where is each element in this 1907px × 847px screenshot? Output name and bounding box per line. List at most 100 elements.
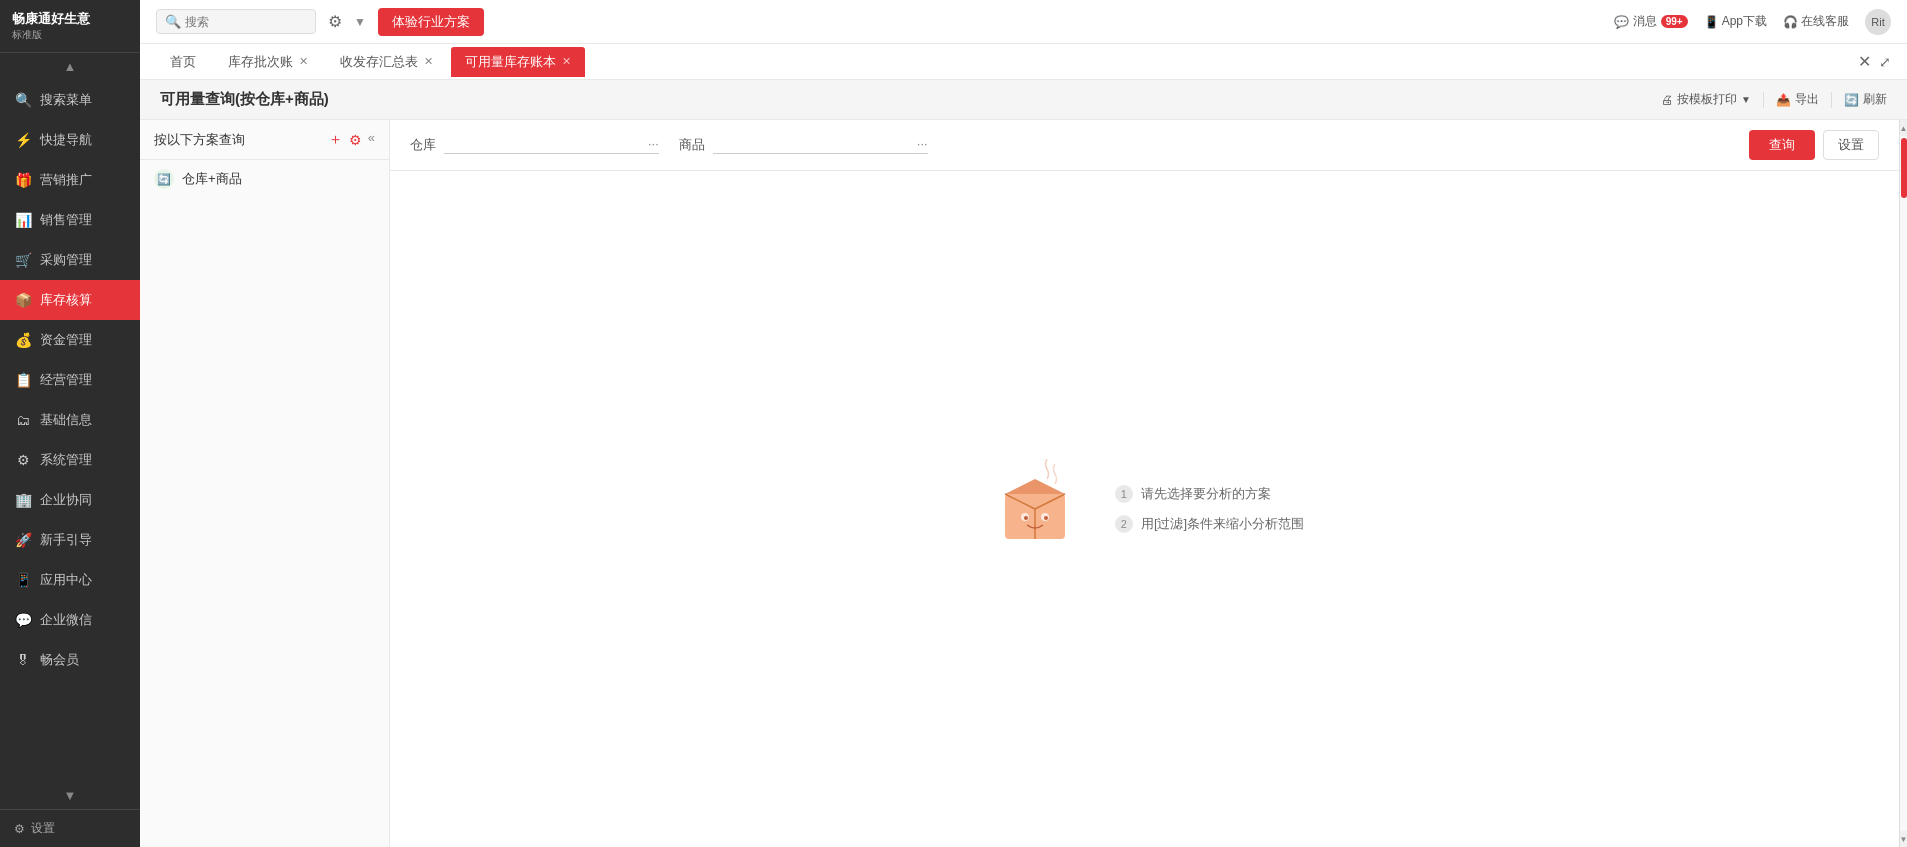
tip-text-2: 用[过滤]条件来缩小分析范围 [1141,515,1304,533]
product-more-btn[interactable]: ··· [917,136,928,151]
query-button[interactable]: 查询 [1749,130,1815,160]
sidebar-item-appcenter[interactable]: 📱 应用中心 [0,560,140,600]
sidebar-item-inventory[interactable]: 📦 库存核算 [0,280,140,320]
settings-button[interactable]: 设置 [1823,130,1879,160]
tab-home[interactable]: 首页 [156,47,210,77]
print-action[interactable]: 🖨 按模板打印 ▼ [1661,91,1751,108]
sidebar-item-operation[interactable]: 📋 经营管理 [0,360,140,400]
phone-icon: 📱 [1704,15,1719,29]
product-label: 商品 [679,136,705,154]
search-icon-topbar: 🔍 [165,14,181,29]
product-input[interactable] [713,136,913,151]
app-name: 畅康通好生意 [12,10,128,28]
sidebar-bottom[interactable]: ⚙ 设置 [0,809,140,847]
topbar-search-wrap[interactable]: 🔍 [156,9,316,34]
left-panel-actions: ＋ ⚙ « [328,130,375,149]
appcenter-icon: 📱 [14,571,32,589]
inventory-icon: 📦 [14,291,32,309]
sidebar-settings-label: 设置 [31,820,55,837]
tab-batch[interactable]: 库存批次账✕ [214,47,322,77]
scheme-icon: 🔄 [154,169,174,189]
refresh-icon: 🔄 [1844,93,1859,107]
empty-state: 1 请先选择要分析的方案 2 用[过滤]条件来缩小分析范围 [390,171,1899,847]
dropdown-arrow-icon[interactable]: ▼ [354,15,366,29]
sidebar-item-basic[interactable]: 🗂 基础信息 [0,400,140,440]
tip-text-1: 请先选择要分析的方案 [1141,485,1271,503]
tab-label-home: 首页 [170,53,196,71]
export-icon: 📤 [1776,93,1791,107]
right-panel: 仓库 ··· 商品 ··· 查询 设置 [390,120,1899,847]
scheme-item-warehouse-product[interactable]: 🔄 仓库+商品 [140,160,389,198]
scroll-up-btn[interactable]: ▲ [1900,120,1907,136]
tab-close-summary[interactable]: ✕ [424,55,433,68]
export-label: 导出 [1795,91,1819,108]
online-service-btn[interactable]: 🎧 在线客服 [1783,13,1849,30]
tabs-bar: 首页库存批次账✕收发存汇总表✕可用量库存账本✕✕ ⤢ [140,44,1907,80]
sidebar-item-system[interactable]: ⚙ 系统管理 [0,440,140,480]
sidebar-item-shortcut[interactable]: ⚡ 快捷导航 [0,120,140,160]
sidebar-item-marketing[interactable]: 🎁 营销推广 [0,160,140,200]
left-panel-header: 按以下方案查询 ＋ ⚙ « [140,120,389,160]
sidebar-item-member[interactable]: 🎖 畅会员 [0,640,140,680]
manage-scheme-btn[interactable]: ⚙ [349,130,362,149]
app-download-btn[interactable]: 📱 App下载 [1704,13,1767,30]
shortcut-icon: ⚡ [14,131,32,149]
headset-icon: 🎧 [1783,15,1798,29]
sidebar-item-label-guide: 新手引导 [40,531,92,549]
sidebar-item-label-sales: 销售管理 [40,211,92,229]
sidebar-item-guide[interactable]: 🚀 新手引导 [0,520,140,560]
export-action[interactable]: 📤 导出 [1776,91,1819,108]
add-scheme-btn[interactable]: ＋ [328,130,343,149]
sidebar-item-label-member: 畅会员 [40,651,79,669]
tip-num-2: 2 [1115,515,1133,533]
user-avatar[interactable]: Rit [1865,9,1891,35]
product-input-wrap[interactable]: ··· [713,136,928,154]
warehouse-filter: 仓库 ··· [410,136,659,154]
sidebar-header: 畅康通好生意 标准版 [0,0,140,53]
system-icon: ⚙ [14,451,32,469]
gear-icon[interactable]: ⚙ [328,12,342,31]
tab-summary[interactable]: 收发存汇总表✕ [326,47,447,77]
scroll-track[interactable] [1900,136,1907,831]
topbar-right: 💬 消息 99+ 📱 App下载 🎧 在线客服 Rit [1614,9,1891,35]
wechat-icon: 💬 [14,611,32,629]
sidebar-item-search[interactable]: 🔍 搜索菜单 [0,80,140,120]
filter-actions: 查询 设置 [1749,130,1879,160]
filter-bar: 仓库 ··· 商品 ··· 查询 设置 [390,120,1899,171]
sidebar-item-label-shortcut: 快捷导航 [40,131,92,149]
product-filter: 商品 ··· [679,136,928,154]
print-dropdown-icon[interactable]: ▼ [1741,94,1751,105]
tip-item-1: 1 请先选择要分析的方案 [1115,485,1304,503]
operation-icon: 📋 [14,371,32,389]
warehouse-input[interactable] [444,136,644,151]
trial-button[interactable]: 体验行业方案 [378,8,484,36]
finance-icon: 💰 [14,331,32,349]
sidebar-item-finance[interactable]: 💰 资金管理 [0,320,140,360]
notification-btn[interactable]: 💬 消息 99+ [1614,13,1688,30]
sidebar-scroll-up[interactable]: ▲ [0,53,140,80]
sidebar-item-purchase[interactable]: 🛒 采购管理 [0,240,140,280]
close-all-tabs-btn[interactable]: ✕ [1858,52,1871,71]
sidebar-item-enterprise[interactable]: 🏢 企业协同 [0,480,140,520]
divider1 [1763,92,1764,108]
warehouse-more-btn[interactable]: ··· [648,136,659,151]
sidebar-item-label-inventory: 库存核算 [40,291,92,309]
sidebar-item-wechat[interactable]: 💬 企业微信 [0,600,140,640]
divider2 [1831,92,1832,108]
empty-illustration [985,459,1085,559]
tab-close-available[interactable]: ✕ [562,55,571,68]
expand-tabs-btn[interactable]: ⤢ [1879,54,1891,70]
refresh-label: 刷新 [1863,91,1887,108]
tab-close-batch[interactable]: ✕ [299,55,308,68]
print-icon: 🖨 [1661,93,1673,107]
sidebar-item-sales[interactable]: 📊 销售管理 [0,200,140,240]
warehouse-input-wrap[interactable]: ··· [444,136,659,154]
scroll-down-btn[interactable]: ▼ [1900,831,1907,847]
search-input[interactable] [185,15,307,29]
tab-available[interactable]: 可用量库存账本✕ [451,47,585,77]
member-icon: 🎖 [14,651,32,669]
collapse-panel-btn[interactable]: « [368,130,375,149]
sidebar-scroll-down[interactable]: ▼ [0,782,140,809]
refresh-action[interactable]: 🔄 刷新 [1844,91,1887,108]
tip-num-1: 1 [1115,485,1133,503]
